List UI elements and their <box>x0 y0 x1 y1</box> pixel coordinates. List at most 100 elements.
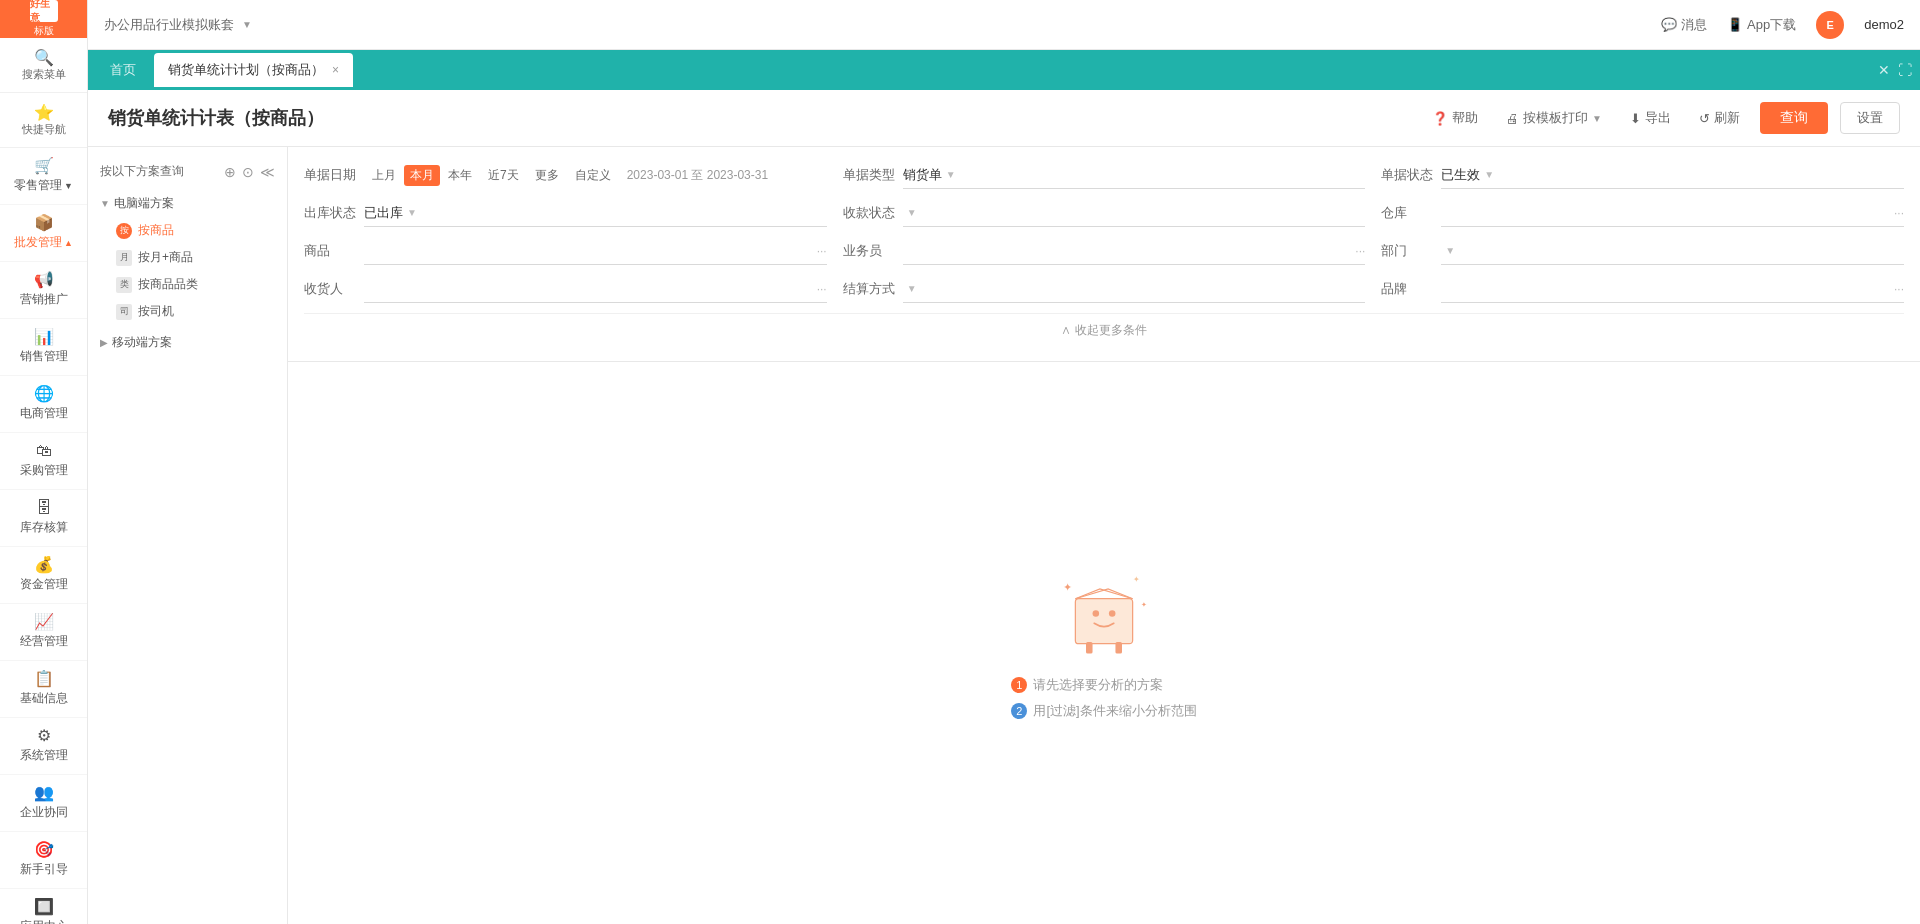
template-dropdown-icon[interactable]: ▼ <box>1592 113 1602 124</box>
period-btn-this-year[interactable]: 本年 <box>440 165 480 186</box>
sidebar-item-label-marketing: 营销推广 <box>20 291 68 308</box>
sidebar-item-inventory[interactable]: 🗄 库存核算 <box>0 490 87 547</box>
period-btn-more[interactable]: 更多 <box>527 165 567 186</box>
sidebar-item-sales[interactable]: 📊 销售管理 <box>0 319 87 376</box>
export-button[interactable]: ⬇ 导出 <box>1622 105 1679 131</box>
tree-parent-pc[interactable]: ▼ 电脑端方案 <box>88 190 287 217</box>
brand-more-icon[interactable]: ··· <box>1894 282 1904 296</box>
warehouse-more-icon[interactable]: ··· <box>1894 206 1904 220</box>
template-print-button[interactable]: 🖨 按模板打印 ▼ <box>1498 105 1610 131</box>
collapse-panel-icon[interactable]: ≪ <box>260 164 275 180</box>
query-button[interactable]: 查询 <box>1760 102 1828 134</box>
edit-scheme-icon[interactable]: ⊙ <box>242 164 254 180</box>
sidebar-item-appcenter[interactable]: 🔲 应用中心 <box>0 889 87 924</box>
filter-item-recipient: 收货人 ··· <box>304 275 827 303</box>
filter-area: 单据日期 上月 本月 本年 近7天 更多 自定义 2023-03-01 至 20… <box>288 147 1920 362</box>
wh-status-input[interactable]: 已出库 ▼ <box>364 199 827 227</box>
sidebar-item-quicknav[interactable]: ⭐ 快捷导航 <box>0 93 87 148</box>
goods-more-icon[interactable]: ··· <box>817 244 827 258</box>
sidebar-item-guide[interactable]: 🎯 新手引导 <box>0 832 87 889</box>
tab-close-icon[interactable]: × <box>332 63 339 77</box>
tree-parent-mobile[interactable]: ▶ 移动端方案 <box>88 329 287 356</box>
settings-button[interactable]: 设置 <box>1840 102 1900 134</box>
page-header: 销货单统计计表（按商品） ❓ 帮助 🖨 按模板打印 ▼ ⬇ 导出 ↺ 刷新 查询… <box>88 90 1920 147</box>
sidebar-item-wholesale[interactable]: 📦 批发管理 ▲ <box>0 205 87 262</box>
sidebar-item-base[interactable]: 📋 基础信息 <box>0 661 87 718</box>
scheme-icon-category: 类 <box>116 277 132 293</box>
sidebar-item-ecom[interactable]: 🌐 电商管理 <box>0 376 87 433</box>
help-button[interactable]: ❓ 帮助 <box>1424 105 1486 131</box>
avatar[interactable]: E <box>1816 11 1844 39</box>
left-panel-header: 按以下方案查询 ⊕ ⊙ ≪ <box>88 157 287 186</box>
goods-input[interactable]: ··· <box>364 237 827 265</box>
payment-status-input[interactable]: ▼ <box>903 199 1366 227</box>
sidebar-item-ops[interactable]: 📈 经营管理 <box>0 604 87 661</box>
payment-status-dropdown-icon[interactable]: ▼ <box>907 207 917 218</box>
doctype-dropdown-icon[interactable]: ▼ <box>946 169 956 180</box>
recipient-label: 收货人 <box>304 280 356 298</box>
doctype-input[interactable]: 销货单 ▼ <box>903 161 1366 189</box>
top-header: 办公用品行业模拟账套 ▼ 💬 消息 📱 App下载 E demo2 <box>88 0 1920 50</box>
sidebar-item-label-wholesale: 批发管理 <box>14 234 62 251</box>
tree-child-by-goods[interactable]: 按 按商品 <box>104 217 287 244</box>
sidebar-item-search[interactable]: 🔍 搜索菜单 <box>0 38 87 93</box>
brand-input[interactable]: ··· <box>1441 275 1904 303</box>
warehouse-input[interactable]: ··· <box>1441 199 1904 227</box>
period-btn-7days[interactable]: 近7天 <box>480 165 527 186</box>
inventory-icon: 🗄 <box>36 500 52 516</box>
message-action[interactable]: 💬 消息 <box>1661 16 1707 34</box>
export-icon: ⬇ <box>1630 111 1641 126</box>
sidebar-item-system[interactable]: ⚙ 系统管理 <box>0 718 87 775</box>
sidebar-item-label-system: 系统管理 <box>20 747 68 764</box>
period-btn-this-month[interactable]: 本月 <box>404 165 440 186</box>
filter-row-3: 商品 ··· 业务员 ··· 部门 <box>304 237 1904 265</box>
refresh-button[interactable]: ↺ 刷新 <box>1691 105 1748 131</box>
department-label: 部门 <box>1381 242 1433 260</box>
window-close-icon[interactable]: ✕ <box>1878 62 1890 78</box>
tree-child-by-category[interactable]: 类 按商品品类 <box>104 271 287 298</box>
wh-status-value: 已出库 <box>364 204 403 222</box>
docstatus-input[interactable]: 已生效 ▼ <box>1441 161 1904 189</box>
tab-home[interactable]: 首页 <box>96 53 150 87</box>
tree-parent-label-mobile: 移动端方案 <box>112 334 172 351</box>
wh-status-dropdown-icon[interactable]: ▼ <box>407 207 417 218</box>
sidebar-item-purchase[interactable]: 🛍 采购管理 <box>0 433 87 490</box>
filter-row-4: 收货人 ··· 结算方式 ▼ 品牌 <box>304 275 1904 303</box>
collapse-bar[interactable]: ∧ 收起更多条件 <box>304 313 1904 347</box>
department-input[interactable]: ▼ <box>1441 237 1904 265</box>
sidebar-item-finance[interactable]: 💰 资金管理 <box>0 547 87 604</box>
tabs-bar: 首页 销货单统计计划（按商品） × ✕ ⛶ <box>88 50 1920 90</box>
tree-child-by-driver[interactable]: 司 按司机 <box>104 298 287 325</box>
sidebar-item-retail[interactable]: 🛒 零售管理 ▼ <box>0 148 87 205</box>
period-btn-custom[interactable]: 自定义 <box>567 165 619 186</box>
add-scheme-icon[interactable]: ⊕ <box>224 164 236 180</box>
tip-num-1: 1 <box>1011 677 1027 693</box>
tab-sales-stats[interactable]: 销货单统计计划（按商品） × <box>154 53 353 87</box>
filter-item-department: 部门 ▼ <box>1381 237 1904 265</box>
app-download-label: App下载 <box>1747 16 1796 34</box>
settlement-input[interactable]: ▼ <box>903 275 1366 303</box>
window-expand-icon[interactable]: ⛶ <box>1898 62 1912 78</box>
salesperson-more-icon[interactable]: ··· <box>1355 244 1365 258</box>
sidebar-item-corp[interactable]: 👥 企业协同 <box>0 775 87 832</box>
recipient-input[interactable]: ··· <box>364 275 827 303</box>
salesperson-input[interactable]: ··· <box>903 237 1366 265</box>
app-download-action[interactable]: 📱 App下载 <box>1727 16 1796 34</box>
department-dropdown-icon[interactable]: ▼ <box>1445 245 1455 256</box>
message-label: 消息 <box>1681 16 1707 34</box>
empty-tip-2-text: 用[过滤]条件来缩小分析范围 <box>1033 702 1196 720</box>
empty-state: ✦ ✦ ✦ 1 请先选择要分析的方案 2 用[过滤]条 <box>288 362 1920 924</box>
settlement-dropdown-icon[interactable]: ▼ <box>907 283 917 294</box>
sidebar-item-label-search: 搜索菜单 <box>0 67 87 82</box>
page-title: 销货单统计计表（按商品） <box>108 106 324 130</box>
docstatus-dropdown-icon[interactable]: ▼ <box>1484 169 1494 180</box>
message-icon: 💬 <box>1661 17 1677 32</box>
sidebar-item-label-ops: 经营管理 <box>20 633 68 650</box>
tree-child-by-month-goods[interactable]: 月 按月+商品 <box>104 244 287 271</box>
industry-label: 办公用品行业模拟账套 <box>104 16 234 34</box>
industry-dropdown-icon[interactable]: ▼ <box>242 19 252 30</box>
sidebar-item-label-inventory: 库存核算 <box>20 519 68 536</box>
recipient-more-icon[interactable]: ··· <box>817 282 827 296</box>
sidebar-item-marketing[interactable]: 📢 营销推广 <box>0 262 87 319</box>
period-btn-last-month[interactable]: 上月 <box>364 165 404 186</box>
